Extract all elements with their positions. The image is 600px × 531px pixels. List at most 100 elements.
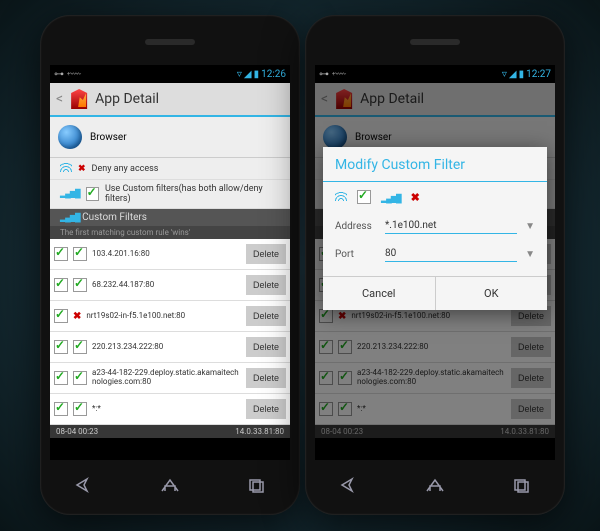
delete-button[interactable]: Delete bbox=[246, 244, 286, 264]
filter-row[interactable]: nrt19s02-in-f5.1e100.net:80 Delete bbox=[50, 301, 290, 332]
back-nav-icon[interactable] bbox=[337, 477, 359, 493]
row-checkbox[interactable] bbox=[319, 402, 333, 416]
adb-icon: ⬳ bbox=[67, 69, 81, 80]
browser-icon bbox=[58, 125, 82, 149]
row-checkbox[interactable] bbox=[54, 371, 68, 385]
app-logo-icon bbox=[334, 89, 354, 109]
option-deny-row[interactable]: Deny any access bbox=[50, 158, 290, 180]
allow-checkbox[interactable] bbox=[357, 190, 371, 204]
footer-time: 08-04 00:23 bbox=[56, 427, 98, 436]
modify-filter-dialog: Modify Custom Filter Address *.1e100.net… bbox=[323, 147, 547, 310]
browser-icon bbox=[323, 125, 347, 149]
row-checkbox[interactable] bbox=[54, 247, 68, 261]
filter-row[interactable]: 220.213.234.222:80 Delete bbox=[50, 332, 290, 363]
delete-button[interactable]: Delete bbox=[511, 368, 551, 388]
phone-left: ⊶⬳ ▿ ◢ ▮ 12:26 < App Detail Browser Deny… bbox=[40, 15, 300, 515]
recent-nav-icon[interactable] bbox=[511, 477, 533, 493]
deny-x-icon[interactable] bbox=[411, 191, 420, 204]
app-name: Browser bbox=[90, 132, 127, 143]
footer-bar: 08-04 00:23 14.0.33.81:80 bbox=[315, 425, 555, 438]
deny-icon bbox=[73, 311, 81, 322]
cell-icon bbox=[60, 212, 80, 223]
wifi-icon bbox=[60, 162, 72, 175]
dropdown-icon[interactable]: ▼ bbox=[525, 249, 535, 260]
adb-icon: ⬳ bbox=[332, 69, 346, 80]
delete-button[interactable]: Delete bbox=[246, 368, 286, 388]
delete-button[interactable]: Delete bbox=[246, 337, 286, 357]
option-label: Deny any access bbox=[92, 164, 159, 174]
recent-nav-icon[interactable] bbox=[246, 477, 268, 493]
nav-bar bbox=[40, 473, 300, 497]
title-bar: < App Detail bbox=[50, 83, 290, 117]
ok-button[interactable]: OK bbox=[436, 277, 548, 310]
allow-icon bbox=[73, 247, 87, 261]
filter-address: 220.213.234.222:80 bbox=[357, 343, 506, 352]
status-bar: ⊶⬳ ▿ ◢ ▮ 12:26 bbox=[50, 65, 290, 83]
cell-icon[interactable] bbox=[381, 191, 401, 204]
row-checkbox[interactable] bbox=[319, 309, 333, 323]
port-field[interactable]: Port 80 ▼ bbox=[323, 240, 547, 268]
delete-button[interactable]: Delete bbox=[511, 399, 551, 419]
delete-button[interactable]: Delete bbox=[246, 306, 286, 326]
filter-address: nrt19s02-in-f5.1e100.net:80 bbox=[351, 312, 506, 321]
address-field[interactable]: Address *.1e100.net ▼ bbox=[323, 212, 547, 240]
address-input[interactable]: *.1e100.net bbox=[385, 218, 517, 234]
allow-icon bbox=[338, 340, 352, 354]
deny-icon bbox=[338, 311, 346, 322]
back-icon[interactable]: < bbox=[56, 91, 63, 107]
back-icon: < bbox=[321, 91, 328, 107]
allow-icon bbox=[73, 278, 87, 292]
key-icon: ⊶ bbox=[319, 69, 329, 80]
option-custom-row[interactable]: Use Custom filters(has both allow/deny f… bbox=[50, 180, 290, 209]
app-header: Browser bbox=[50, 117, 290, 158]
allow-icon bbox=[73, 402, 87, 416]
checkbox-icon bbox=[86, 187, 99, 201]
row-checkbox[interactable] bbox=[54, 402, 68, 416]
option-label: Use Custom filters(has both allow/deny f… bbox=[105, 184, 280, 204]
app-logo-icon bbox=[69, 89, 89, 109]
page-title: App Detail bbox=[95, 91, 159, 107]
row-checkbox[interactable] bbox=[319, 371, 333, 385]
section-header: Custom Filters bbox=[50, 209, 290, 226]
delete-button[interactable]: Delete bbox=[246, 399, 286, 419]
port-input[interactable]: 80 bbox=[385, 246, 517, 262]
filter-row[interactable]: *:*Delete bbox=[315, 394, 555, 425]
filter-address: 220.213.234.222:80 bbox=[92, 343, 241, 352]
delete-button[interactable]: Delete bbox=[246, 275, 286, 295]
wifi-icon[interactable] bbox=[335, 191, 347, 204]
footer-ip: 14.0.33.81:80 bbox=[235, 427, 284, 436]
row-checkbox[interactable] bbox=[54, 309, 68, 323]
row-checkbox[interactable] bbox=[319, 340, 333, 354]
filter-row[interactable]: 68.232.44.187:80 Delete bbox=[50, 270, 290, 301]
filter-row[interactable]: 103.4.201.16:80 Delete bbox=[50, 239, 290, 270]
dropdown-icon[interactable]: ▼ bbox=[525, 221, 535, 232]
wifi-status-icon: ▿ bbox=[502, 69, 507, 80]
cancel-button[interactable]: Cancel bbox=[323, 277, 436, 310]
screen-right: ⊶⬳ ▿ ◢ ▮ 12:27 < App Detail Browser Deny… bbox=[315, 65, 555, 460]
dialog-title: Modify Custom Filter bbox=[323, 147, 547, 182]
filter-address: 68.232.44.187:80 bbox=[92, 281, 241, 290]
filter-row[interactable]: a23-44-182-229.deploy.static.akamaitechn… bbox=[315, 363, 555, 394]
home-nav-icon[interactable] bbox=[424, 477, 446, 493]
filter-address: a23-44-182-229.deploy.static.akamaitechn… bbox=[92, 369, 241, 387]
filter-address: 103.4.201.16:80 bbox=[92, 250, 241, 259]
title-bar: < App Detail bbox=[315, 83, 555, 117]
row-checkbox[interactable] bbox=[54, 340, 68, 354]
key-icon: ⊶ bbox=[54, 69, 64, 80]
wifi-status-icon: ▿ bbox=[237, 69, 242, 80]
filter-address: nrt19s02-in-f5.1e100.net:80 bbox=[86, 312, 241, 321]
allow-icon bbox=[338, 371, 352, 385]
delete-button[interactable]: Delete bbox=[511, 337, 551, 357]
filter-row[interactable]: 220.213.234.222:80 Delete bbox=[315, 332, 555, 363]
speaker bbox=[410, 39, 460, 45]
home-nav-icon[interactable] bbox=[159, 477, 181, 493]
filter-row[interactable]: a23-44-182-229.deploy.static.akamaitechn… bbox=[50, 363, 290, 394]
battery-icon: ▮ bbox=[519, 69, 525, 80]
row-checkbox[interactable] bbox=[54, 278, 68, 292]
filter-row[interactable]: *:*Delete bbox=[50, 394, 290, 425]
nav-bar bbox=[305, 473, 565, 497]
phone-right: ⊶⬳ ▿ ◢ ▮ 12:27 < App Detail Browser Deny… bbox=[305, 15, 565, 515]
deny-x-icon bbox=[78, 164, 86, 174]
back-nav-icon[interactable] bbox=[72, 477, 94, 493]
hint-text: The first matching custom rule 'wins' bbox=[50, 226, 290, 239]
